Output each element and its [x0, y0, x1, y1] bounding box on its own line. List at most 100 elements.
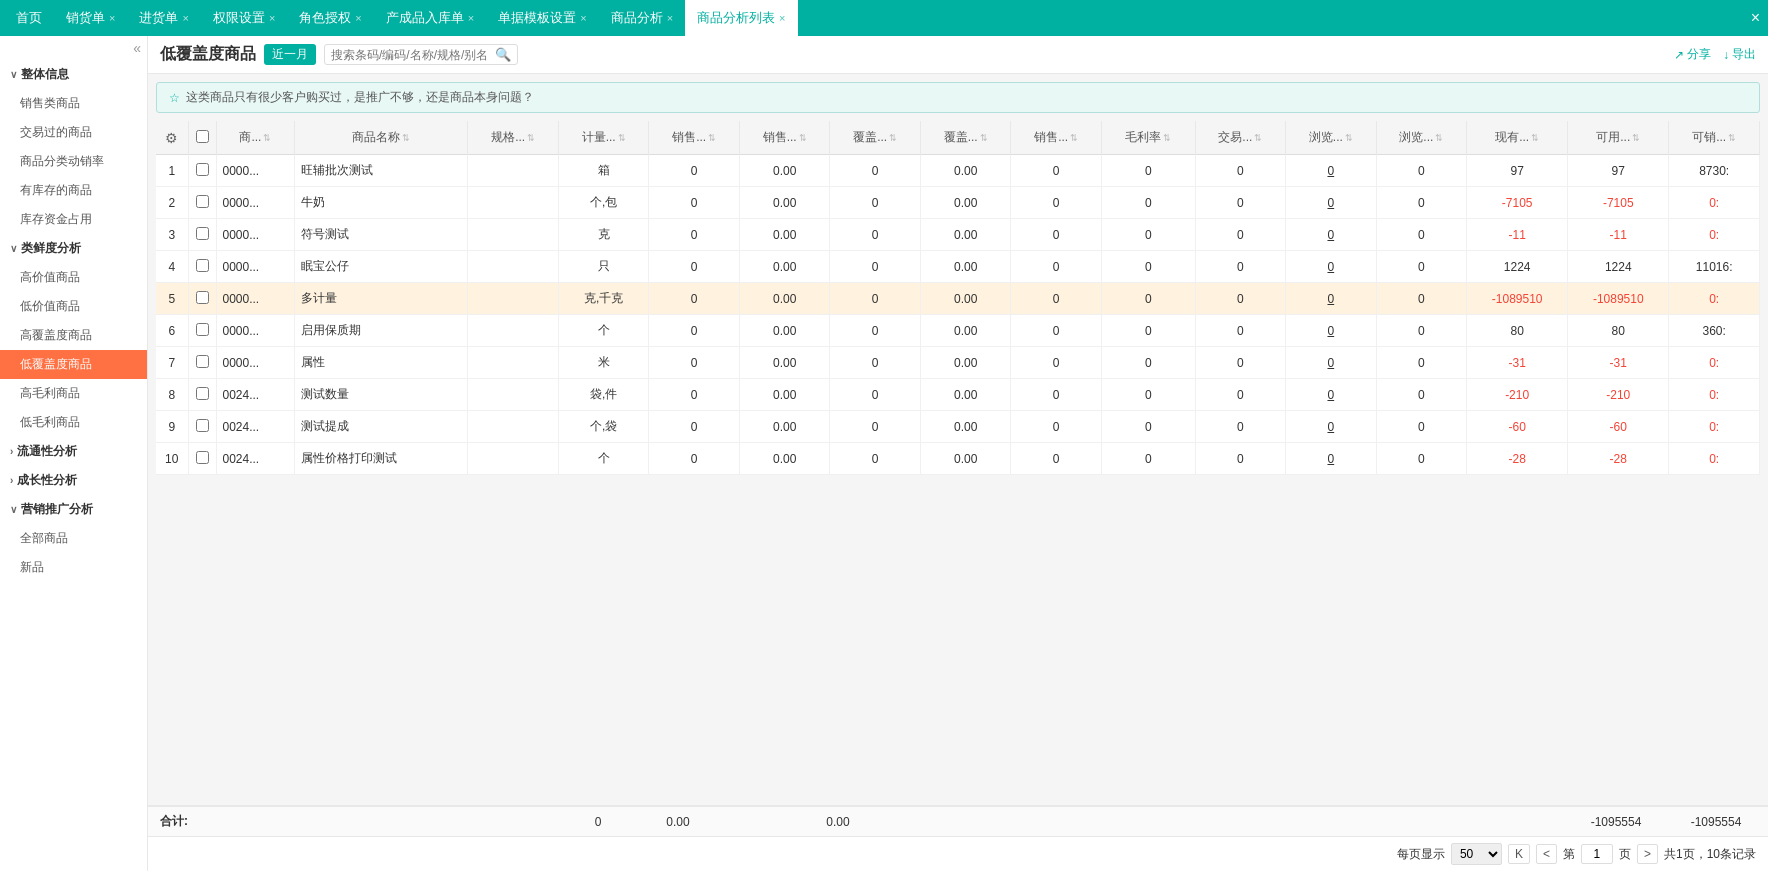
close-icon[interactable]: ×	[355, 12, 361, 24]
row-cover1: 0	[830, 251, 921, 283]
row-no: 5	[156, 283, 188, 315]
sidebar-item-high-margin[interactable]: 高毛利商品	[0, 379, 147, 408]
col-sales-amt: 销售...⇅	[739, 121, 830, 155]
share-button[interactable]: ↗ 分享	[1674, 46, 1711, 63]
sidebar-item-high-value[interactable]: 高价值商品	[0, 263, 147, 292]
sidebar-item-traded-goods[interactable]: 交易过的商品	[0, 118, 147, 147]
row-select-checkbox[interactable]	[196, 323, 209, 336]
nav-tab-permissions[interactable]: 权限设置 ×	[201, 0, 287, 36]
close-icon[interactable]: ×	[269, 12, 275, 24]
row-no: 6	[156, 315, 188, 347]
next-page-button[interactable]: >	[1637, 844, 1658, 864]
row-sales-qty: 0	[649, 347, 740, 379]
page-size-select[interactable]: 50 20 100 200	[1451, 843, 1502, 865]
sidebar-group-growth[interactable]: › 成长性分析	[0, 466, 147, 495]
sidebar-item-low-value[interactable]: 低价值商品	[0, 292, 147, 321]
page-input[interactable]	[1581, 844, 1613, 864]
row-name: 属性	[295, 347, 468, 379]
row-browse1[interactable]: 0	[1286, 155, 1377, 187]
sidebar-group-freshness[interactable]: ∨ 类鲜度分析	[0, 234, 147, 263]
row-browse1[interactable]: 0	[1286, 251, 1377, 283]
nav-tab-sales[interactable]: 销货单 ×	[54, 0, 127, 36]
export-button[interactable]: ↓ 导出	[1723, 46, 1756, 63]
sidebar-item-category-rate[interactable]: 商品分类动销率	[0, 147, 147, 176]
sidebar-group-marketing[interactable]: ∨ 营销推广分析	[0, 495, 147, 524]
close-icon[interactable]: ×	[580, 12, 586, 24]
col-gross-rate: 毛利率⇅	[1101, 121, 1195, 155]
row-select-checkbox[interactable]	[196, 195, 209, 208]
page-info: 共1页，10条记录	[1664, 846, 1756, 863]
nav-tab-analysis-list[interactable]: 商品分析列表 ×	[685, 0, 797, 36]
row-select-checkbox[interactable]	[196, 387, 209, 400]
row-browse1[interactable]: 0	[1286, 187, 1377, 219]
sidebar-item-high-coverage[interactable]: 高覆盖度商品	[0, 321, 147, 350]
nav-tab-template[interactable]: 单据模板设置 ×	[486, 0, 598, 36]
close-icon[interactable]: ×	[468, 12, 474, 24]
row-sales-qty: 0	[649, 219, 740, 251]
close-icon[interactable]: ×	[182, 12, 188, 24]
sidebar-item-new-goods[interactable]: 新品	[0, 553, 147, 582]
sidebar-group-liquidity[interactable]: › 流通性分析	[0, 437, 147, 466]
search-box: 🔍	[324, 44, 518, 65]
sidebar-item-stocked-goods[interactable]: 有库存的商品	[0, 176, 147, 205]
row-select-checkbox[interactable]	[196, 451, 209, 464]
col-name: 商品名称⇅	[295, 121, 468, 155]
sidebar-item-sales-goods[interactable]: 销售类商品	[0, 89, 147, 118]
row-select-checkbox[interactable]	[196, 163, 209, 176]
row-sellable: 0:	[1669, 347, 1760, 379]
row-select-checkbox[interactable]	[196, 259, 209, 272]
nav-tab-product-in[interactable]: 产成品入库单 ×	[374, 0, 486, 36]
row-select-checkbox[interactable]	[196, 227, 209, 240]
close-icon[interactable]: ×	[109, 12, 115, 24]
row-browse2: 0	[1376, 347, 1467, 379]
select-all-checkbox[interactable]	[196, 130, 209, 143]
row-browse1[interactable]: 0	[1286, 443, 1377, 475]
period-button[interactable]: 近一月	[264, 44, 316, 65]
search-input[interactable]	[331, 48, 491, 62]
row-sales-amt: 0.00	[739, 443, 830, 475]
row-checkbox	[188, 443, 216, 475]
col-sellable: 可销...⇅	[1669, 121, 1760, 155]
nav-tab-roles[interactable]: 角色授权 ×	[287, 0, 373, 36]
first-page-button[interactable]: K	[1508, 844, 1530, 864]
nav-tab-home[interactable]: 首页	[4, 0, 54, 36]
row-browse1[interactable]: 0	[1286, 347, 1377, 379]
row-sales-qty: 0	[649, 155, 740, 187]
row-browse1[interactable]: 0	[1286, 379, 1377, 411]
sidebar-collapse-button[interactable]: «	[0, 36, 147, 60]
row-current: 80	[1467, 315, 1568, 347]
sidebar-item-low-coverage[interactable]: 低覆盖度商品	[0, 350, 147, 379]
nav-tab-purchase[interactable]: 进货单 ×	[127, 0, 200, 36]
prev-page-button[interactable]: <	[1536, 844, 1557, 864]
close-icon[interactable]: ×	[667, 12, 673, 24]
sidebar-group-overview[interactable]: ∨ 整体信息	[0, 60, 147, 89]
row-browse1[interactable]: 0	[1286, 315, 1377, 347]
sidebar-item-low-margin[interactable]: 低毛利商品	[0, 408, 147, 437]
row-cover1: 0	[830, 347, 921, 379]
row-browse1[interactable]: 0	[1286, 283, 1377, 315]
settings-icon[interactable]: ⚙	[165, 130, 178, 146]
row-checkbox	[188, 187, 216, 219]
row-unit: 克	[558, 219, 649, 251]
close-icon[interactable]: ×	[779, 12, 785, 24]
row-select-checkbox[interactable]	[196, 291, 209, 304]
row-sales-amt: 0.00	[739, 155, 830, 187]
row-browse1[interactable]: 0	[1286, 411, 1377, 443]
sidebar-item-inventory-funds[interactable]: 库存资金占用	[0, 205, 147, 234]
settings-column-header: ⚙	[156, 121, 188, 155]
sidebar-item-all-goods[interactable]: 全部商品	[0, 524, 147, 553]
search-icon[interactable]: 🔍	[495, 47, 511, 62]
row-cover2: 0.00	[920, 443, 1011, 475]
row-select-checkbox[interactable]	[196, 355, 209, 368]
col-sales3: 销售...⇅	[1011, 121, 1102, 155]
row-gross-rate: 0	[1101, 379, 1195, 411]
content-header: 低覆盖度商品 近一月 🔍 ↗ 分享 ↓ 导出	[148, 36, 1768, 74]
nav-tab-analysis[interactable]: 商品分析 ×	[599, 0, 685, 36]
row-select-checkbox[interactable]	[196, 419, 209, 432]
total-cover2: 0.00	[808, 815, 868, 829]
row-current: 1224	[1467, 251, 1568, 283]
row-available: -60	[1568, 411, 1669, 443]
sidebar: « ∨ 整体信息 销售类商品 交易过的商品 商品分类动销率 有库存的商品 库存资…	[0, 36, 148, 871]
row-browse1[interactable]: 0	[1286, 219, 1377, 251]
close-all-button[interactable]: ×	[1751, 9, 1760, 27]
